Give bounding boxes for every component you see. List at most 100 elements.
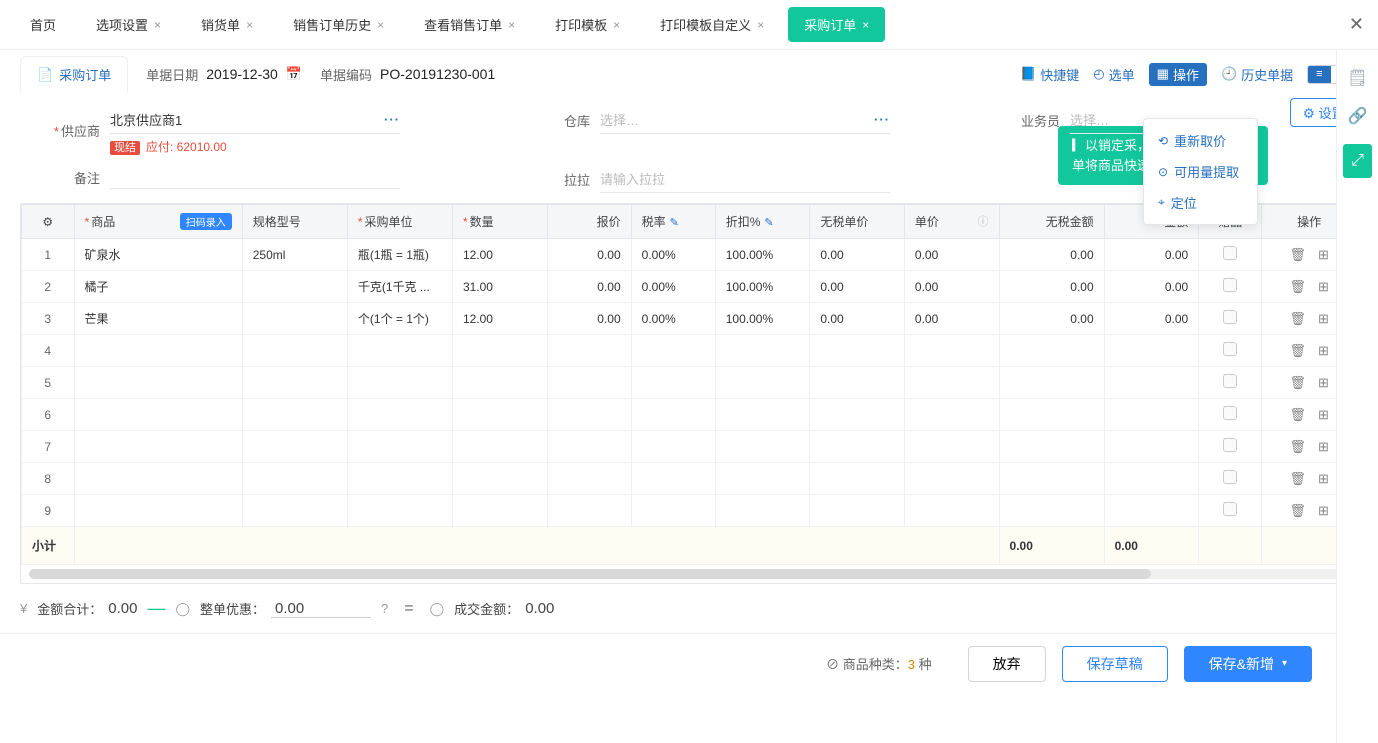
close-icon[interactable]: × (862, 18, 869, 32)
op-locate[interactable]: ⌖定位 (1144, 187, 1257, 218)
calendar-icon[interactable]: 📅 (286, 66, 302, 82)
col-product: *商品扫码录入 (74, 205, 242, 239)
tab-options[interactable]: 选项设置× (80, 7, 177, 42)
deal-group: 成交金额：0.00 (454, 599, 554, 618)
table-row[interactable]: 8🗑⊞ (22, 463, 1357, 495)
info-icon[interactable]: ⓘ (978, 213, 989, 229)
gift-checkbox[interactable] (1223, 310, 1237, 324)
gift-checkbox[interactable] (1223, 246, 1237, 260)
scan-chip[interactable]: 扫码录入 (180, 213, 232, 230)
op-reprice[interactable]: ⟲重新取价 (1144, 125, 1257, 156)
table-row[interactable]: 4🗑⊞ (22, 335, 1357, 367)
discount-group: 整单优惠：0.00 (200, 599, 371, 618)
delete-icon[interactable]: 🗑 (1289, 343, 1306, 358)
col-spec: 规格型号 (242, 205, 347, 239)
edit-icon[interactable]: ✎ (670, 217, 679, 229)
tab-sales-history[interactable]: 销售订单历史× (277, 7, 400, 42)
gift-checkbox[interactable] (1223, 342, 1237, 356)
more-icon[interactable]: ··· (874, 112, 890, 127)
close-icon[interactable]: × (154, 18, 161, 32)
col-gear[interactable]: ⚙ (22, 205, 75, 239)
copy-icon[interactable]: ⊞ (1318, 471, 1329, 486)
copy-icon[interactable]: ⊞ (1318, 503, 1329, 518)
col-discount: 折扣%✎ (715, 205, 810, 239)
history-action[interactable]: 🕘 历史单据 (1221, 65, 1293, 84)
edit-icon[interactable]: ✎ (764, 217, 773, 229)
close-icon[interactable]: × (508, 18, 515, 32)
table-row[interactable]: 3芒果个(1个 = 1个)12.000.000.00%100.00%0.000.… (22, 303, 1357, 335)
delete-icon[interactable]: 🗑 (1289, 279, 1306, 294)
copy-icon[interactable]: ⊞ (1318, 247, 1329, 262)
delete-icon[interactable]: 🗑 (1289, 471, 1306, 486)
doc-title-tab[interactable]: 📄 采购订单 (20, 56, 128, 92)
expand-icon[interactable]: ⤢ (1343, 144, 1372, 178)
yen-icon: ¥ (20, 601, 27, 616)
tab-sales[interactable]: 销货单× (185, 7, 269, 42)
table-row[interactable]: 1矿泉水250ml瓶(1瓶 = 1瓶)12.000.000.00%100.00%… (22, 239, 1357, 271)
help-icon[interactable]: ? (381, 601, 388, 616)
code-label: 单据编码 (320, 65, 372, 84)
pick-action[interactable]: ◴ 选单 (1093, 65, 1134, 84)
delete-icon[interactable]: 🗑 (1289, 407, 1306, 422)
chevron-down-icon[interactable]: ▾ (1282, 658, 1287, 669)
gift-checkbox[interactable] (1223, 502, 1237, 516)
tab-print-template[interactable]: 打印模板× (539, 7, 636, 42)
delete-icon[interactable]: 🗑 (1289, 311, 1306, 326)
subtotal-row: 小计 0.00 0.00 (22, 527, 1357, 565)
kinds-meta: ⊘ 商品种类：3 种 (826, 654, 932, 673)
discard-button[interactable]: 放弃 (968, 646, 1046, 682)
table-row[interactable]: 2橘子千克(1千克 ...31.000.000.00%100.00%0.000.… (22, 271, 1357, 303)
remark-field[interactable] (110, 165, 400, 189)
list-view-icon[interactable]: ≡ (1308, 66, 1330, 83)
table-row[interactable]: 5🗑⊞ (22, 367, 1357, 399)
close-all-icon[interactable]: ✕ (1345, 10, 1368, 39)
warehouse-field[interactable]: 选择… ··· (600, 106, 890, 134)
tab-purchase-order[interactable]: 采购订单× (788, 7, 885, 42)
note-icon[interactable]: 🗒 (1347, 68, 1367, 88)
gift-checkbox[interactable] (1223, 438, 1237, 452)
delete-icon[interactable]: 🗑 (1289, 247, 1306, 262)
tab-home[interactable]: 首页 (14, 7, 72, 42)
supplier-label: 供应商 (20, 121, 110, 140)
ops-action[interactable]: ▦ 操作 (1149, 63, 1207, 86)
delete-icon[interactable]: 🗑 (1289, 375, 1306, 390)
copy-icon[interactable]: ⊞ (1318, 311, 1329, 326)
doc-header: 📄 采购订单 单据日期 2019-12-30 📅 单据编码 PO-2019123… (20, 50, 1358, 98)
close-icon[interactable]: × (757, 18, 764, 32)
tab-print-template-custom[interactable]: 打印模板自定义× (644, 7, 780, 42)
copy-icon[interactable]: ⊞ (1318, 343, 1329, 358)
copy-icon[interactable]: ⊞ (1318, 439, 1329, 454)
horizontal-scrollbar[interactable] (29, 569, 1349, 579)
copy-icon[interactable]: ⊞ (1318, 375, 1329, 390)
copy-icon[interactable]: ⊞ (1318, 279, 1329, 294)
lala-field[interactable]: 请输入拉拉 (600, 165, 890, 193)
remark-label: 备注 (20, 168, 110, 187)
close-icon[interactable]: × (246, 18, 253, 32)
gift-checkbox[interactable] (1223, 406, 1237, 420)
locate-icon: ⌖ (1158, 195, 1165, 210)
delete-icon[interactable]: 🗑 (1289, 503, 1306, 518)
tab-view-sales[interactable]: 查看销售订单× (408, 7, 531, 42)
close-icon[interactable]: × (377, 18, 384, 32)
gift-checkbox[interactable] (1223, 470, 1237, 484)
delete-icon[interactable]: 🗑 (1289, 439, 1306, 454)
footer-bar: ⊘ 商品种类：3 种 放弃 保存草稿 保存&新增▾ (0, 633, 1336, 693)
shortcut-action[interactable]: 📘 快捷键 (1020, 65, 1079, 84)
save-button[interactable]: 保存&新增▾ (1184, 646, 1312, 682)
supplier-field[interactable]: 北京供应商1 ··· (110, 106, 400, 134)
close-icon[interactable]: × (613, 18, 620, 32)
link-icon[interactable]: 🔗 (1348, 106, 1368, 126)
gift-checkbox[interactable] (1223, 278, 1237, 292)
gift-checkbox[interactable] (1223, 374, 1237, 388)
more-icon[interactable]: ··· (384, 112, 400, 127)
table-row[interactable]: 9🗑⊞ (22, 495, 1357, 527)
warehouse-label: 仓库 (510, 111, 600, 130)
code-value: PO-20191230-001 (380, 66, 495, 82)
draft-button[interactable]: 保存草稿 (1062, 646, 1168, 682)
settle-badge: 现结 (110, 141, 140, 155)
copy-icon[interactable]: ⊞ (1318, 407, 1329, 422)
table-row[interactable]: 7🗑⊞ (22, 431, 1357, 463)
date-value[interactable]: 2019-12-30 (206, 66, 278, 82)
op-available[interactable]: ⊙可用量提取 (1144, 156, 1257, 187)
table-row[interactable]: 6🗑⊞ (22, 399, 1357, 431)
